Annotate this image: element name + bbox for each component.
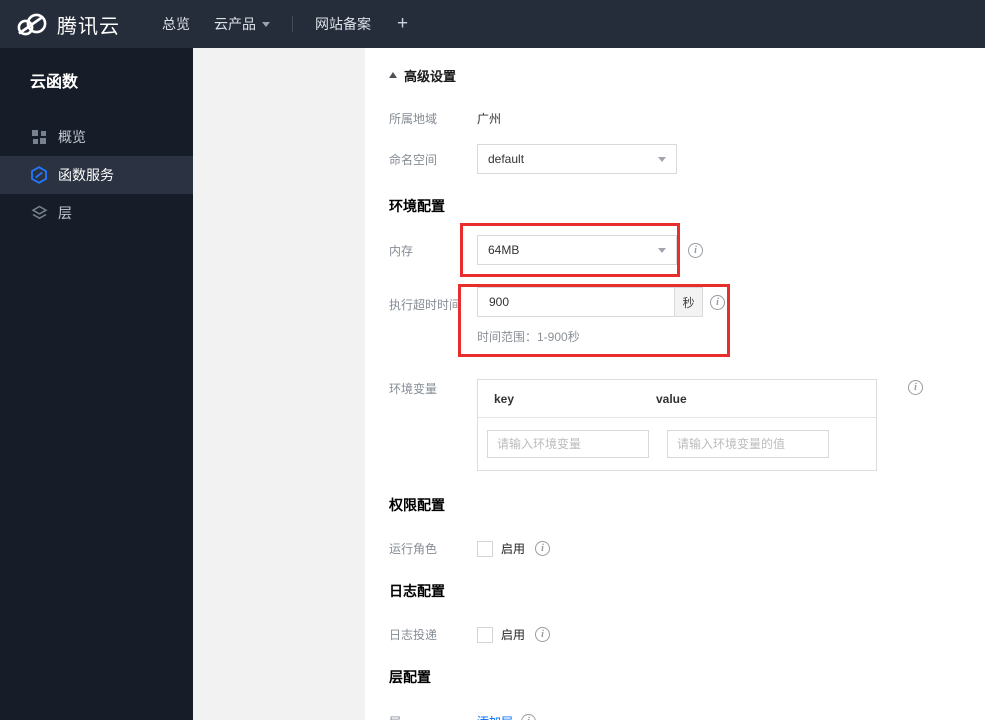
timeout-info-icon[interactable] [710,294,725,310]
log-delivery-label: 日志投递 [389,628,438,642]
namespace-selected-value: default [488,152,525,166]
run-role-info-icon[interactable] [535,541,551,556]
timeout-range-hint: 时间范围：1-900秒 [477,330,580,344]
region-label: 所属地域 [389,111,438,126]
log-delivery-row: 日志投递 启用 [389,626,985,643]
env-vars-row: 环境变量 key value [389,379,985,471]
env-config-section-title: 环境配置 [389,198,445,214]
navbar-menu: 总览 云产品 网站备案 + [150,0,422,48]
memory-select[interactable]: 64MB [477,235,677,265]
scf-hexagon-icon [30,166,48,184]
namespace-row: 命名空间 default [389,144,985,174]
top-navbar: 腾讯云 总览 云产品 网站备案 + [0,0,985,48]
env-var-value-input[interactable] [667,430,829,458]
env-vars-value-header: value [656,392,687,406]
navbar-divider [292,16,293,32]
chevron-down-icon [262,21,270,27]
brand-name: 腾讯云 [57,15,120,38]
collapsed-list-panel [193,48,365,720]
sidebar-menu: 概览 函数服务 层 [0,118,193,232]
layers-icon [30,204,48,222]
log-delivery-enable-label: 启用 [501,628,526,642]
log-delivery-checkbox[interactable] [477,626,493,643]
run-role-checkbox[interactable] [477,540,493,557]
triangle-up-icon [389,72,397,78]
nav-item-overview-label: 总览 [162,16,190,32]
cloud-logo-icon [14,9,48,39]
layer-label: 层 [389,713,477,720]
timeout-input-group: 秒 [477,287,703,317]
nav-item-overview[interactable]: 总览 [150,0,202,48]
run-role-enable-label: 启用 [501,542,526,556]
timeout-row: 执行超时时间 秒 时间范围：1-900秒 [389,284,985,357]
region-row: 所属地域 广州 [389,110,985,126]
perm-config-section-title: 权限配置 [389,497,445,513]
memory-row: 内存 64MB [389,223,985,277]
namespace-label: 命名空间 [389,152,438,167]
layer-config-section-title: 层配置 [389,669,431,685]
sidebar-item-overview[interactable]: 概览 [0,118,193,156]
sidebar-item-overview-label: 概览 [58,129,86,145]
nav-item-icp-filing-label: 网站备案 [315,16,371,32]
tencent-cloud-logo[interactable]: 腾讯云 [14,9,120,39]
grid-icon [30,128,48,146]
advanced-settings-label: 高级设置 [404,68,457,84]
function-config-panel: 高级设置 所属地域 广州 命名空间 default 环境配置 内存 64MB 执… [365,48,985,720]
log-delivery-info-icon[interactable] [535,627,551,642]
timeout-input[interactable] [478,288,674,316]
advanced-settings-toggle[interactable]: 高级设置 [389,67,985,84]
env-vars-info-icon[interactable] [908,380,923,395]
env-vars-table: key value [477,379,877,471]
run-role-row: 运行角色 启用 [389,540,985,557]
timeout-unit: 秒 [674,288,702,316]
layer-row: 层 添加层 [389,713,985,720]
sidebar-item-function-service-label: 函数服务 [58,167,114,183]
sidebar: 云函数 概览 函数服务 层 [0,48,193,720]
nav-item-cloud-products-label: 云产品 [214,16,256,32]
chevron-down-icon [658,247,666,253]
memory-selected-value: 64MB [488,243,520,257]
env-var-key-input[interactable] [487,430,649,458]
env-vars-table-row [478,418,876,470]
sidebar-item-layer-label: 层 [58,205,72,221]
region-value: 广州 [477,111,502,126]
nav-item-icp-filing[interactable]: 网站备案 [303,0,383,48]
add-layer-link[interactable]: 添加层 [477,713,513,720]
add-tab-button[interactable]: + [383,0,422,48]
env-vars-table-header: key value [478,380,876,418]
sidebar-title: 云函数 [30,74,79,91]
sidebar-item-function-service[interactable]: 函数服务 [0,156,193,194]
chevron-down-icon [658,156,666,162]
env-vars-label: 环境变量 [389,382,438,396]
memory-info-icon[interactable] [688,242,703,258]
layer-info-icon[interactable] [521,714,537,720]
highlight-box-memory: 64MB [460,223,680,277]
nav-item-cloud-products[interactable]: 云产品 [202,0,282,48]
highlight-box-timeout: 秒 时间范围：1-900秒 [458,284,730,357]
run-role-label: 运行角色 [389,542,438,556]
log-config-section-title: 日志配置 [389,583,445,599]
namespace-select[interactable]: default [477,144,677,174]
sidebar-item-layer[interactable]: 层 [0,194,193,232]
env-vars-key-header: key [494,392,515,406]
